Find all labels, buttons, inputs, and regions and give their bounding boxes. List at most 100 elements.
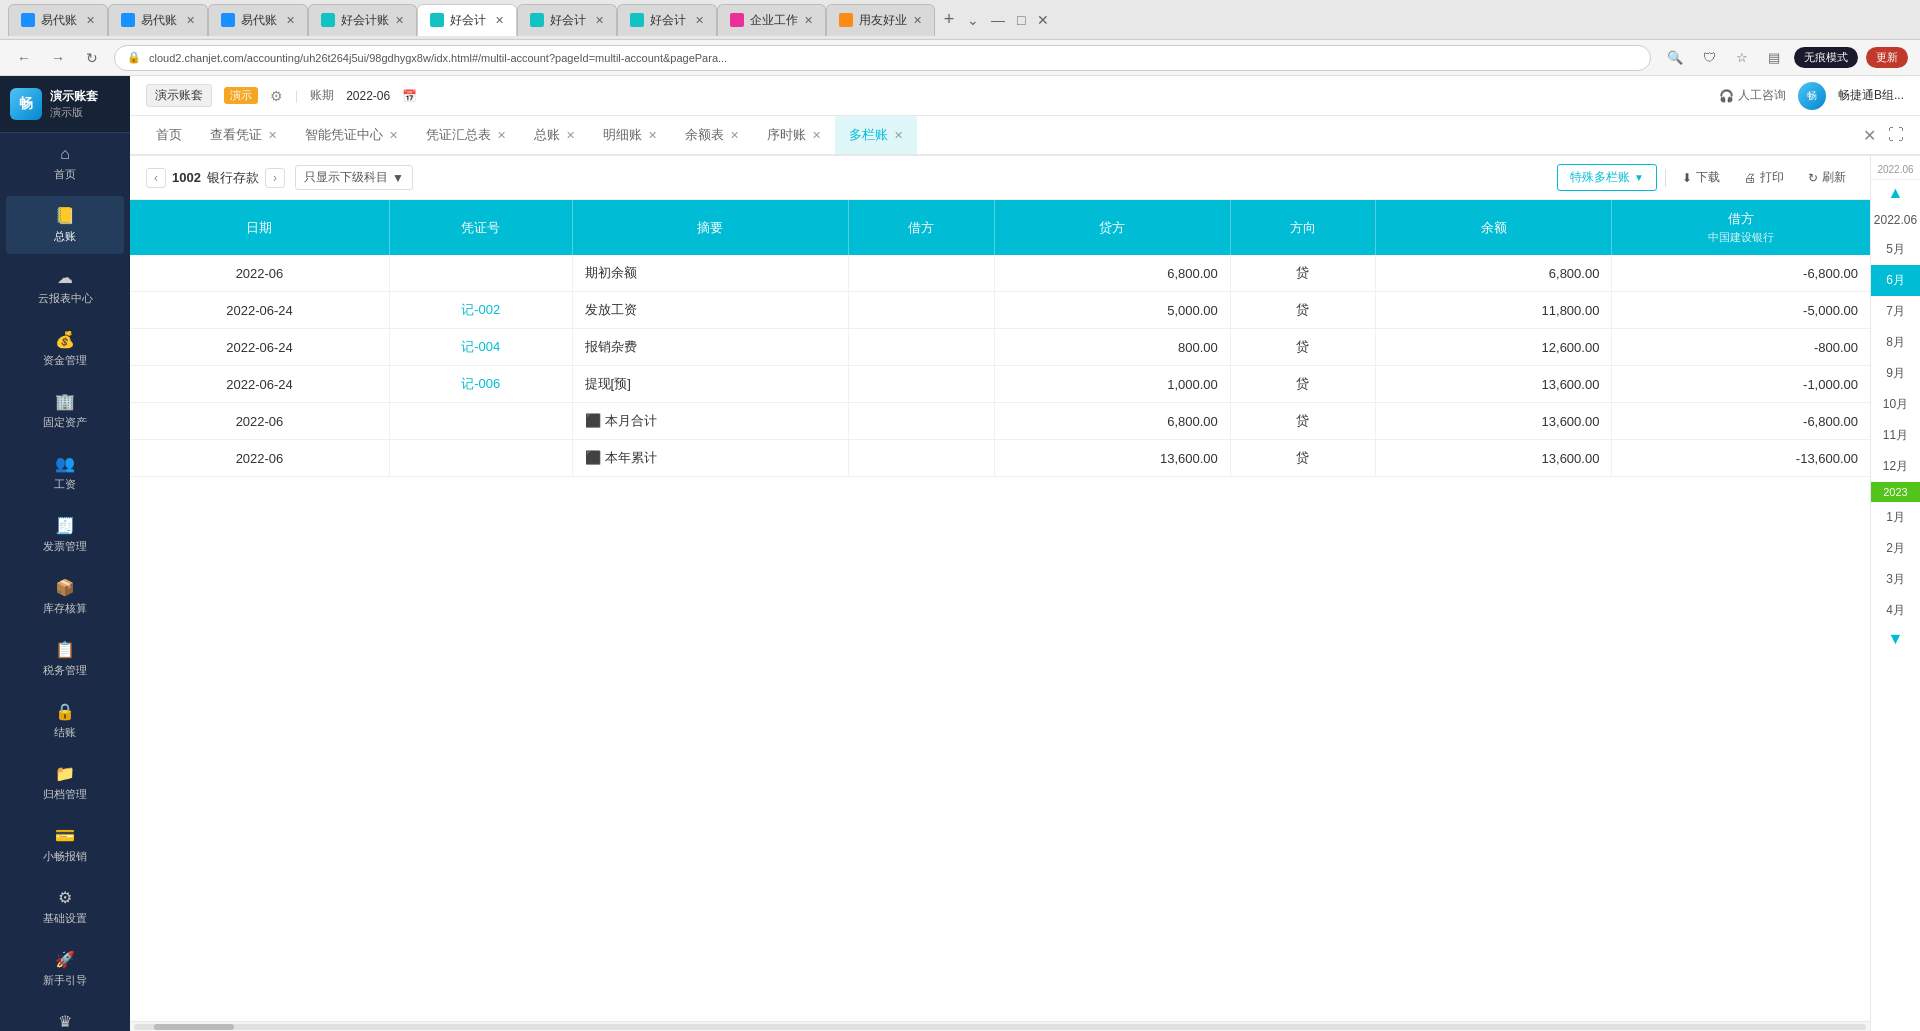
close-panel-button[interactable]: ✕ xyxy=(1859,122,1880,149)
ledger-table-wrapper[interactable]: 日期 凭证号 摘要 借方 xyxy=(130,200,1870,1021)
sidebar-item-salary[interactable]: 👥 工资 xyxy=(6,444,124,502)
month-apr[interactable]: 4月 xyxy=(1871,595,1920,626)
voucher-link[interactable]: 记-004 xyxy=(461,339,500,354)
sidebar-item-cloud-report[interactable]: ☁ 云报表中心 xyxy=(6,258,124,316)
sidebar-item-membership[interactable]: ♛ 畅会员 xyxy=(6,1002,124,1031)
url-bar[interactable]: 🔒 cloud2.chanjet.com/accounting/uh26t264… xyxy=(114,45,1651,71)
tab-general-ledger[interactable]: 总账 ✕ xyxy=(520,116,589,156)
shield-icon[interactable]: 🛡 xyxy=(1697,48,1722,67)
refresh-button[interactable]: ↻ xyxy=(80,46,104,70)
tab-close-5[interactable]: ✕ xyxy=(495,14,504,27)
tab-close-all-btn[interactable]: ✕ xyxy=(1033,10,1053,30)
voucher-cell[interactable]: 记-002 xyxy=(389,292,572,329)
sidebar-item-archive[interactable]: 📁 归档管理 xyxy=(6,754,124,812)
sidebar-item-settings[interactable]: ⚙ 基础设置 xyxy=(6,878,124,936)
tab-close-8[interactable]: ✕ xyxy=(804,14,813,27)
month-june[interactable]: 6月 xyxy=(1871,265,1920,296)
month-october[interactable]: 10月 xyxy=(1871,389,1920,420)
tab-journal-close[interactable]: ✕ xyxy=(812,129,821,142)
month-jan[interactable]: 1月 xyxy=(1871,502,1920,533)
tab-journal[interactable]: 序时账 ✕ xyxy=(753,116,835,156)
forward-button[interactable]: → xyxy=(46,46,70,70)
feature-multi-column-button[interactable]: 特殊多栏账 ▼ xyxy=(1557,164,1657,191)
calendar-icon[interactable]: 📅 xyxy=(402,89,417,103)
browser-tab-1[interactable]: 易代账 ✕ xyxy=(8,4,108,36)
tab-home[interactable]: 首页 xyxy=(142,116,196,156)
browser-tab-9[interactable]: 用友好业 ✕ xyxy=(826,4,935,36)
account-next-button[interactable]: › xyxy=(265,168,285,188)
tab-detail-ledger[interactable]: 明细账 ✕ xyxy=(589,116,671,156)
sidebar-item-expense[interactable]: 💳 小畅报销 xyxy=(6,816,124,874)
tab-close-4[interactable]: ✕ xyxy=(395,14,404,27)
consultation-button[interactable]: 🎧 人工咨询 xyxy=(1719,87,1786,104)
tab-voucher-summary-close[interactable]: ✕ xyxy=(497,129,506,142)
expand-panel-button[interactable]: ⛶ xyxy=(1884,122,1908,148)
tab-min-btn[interactable]: — xyxy=(987,10,1009,30)
month-september[interactable]: 9月 xyxy=(1871,358,1920,389)
tab-voucher-summary[interactable]: 凭证汇总表 ✕ xyxy=(412,116,520,156)
back-button[interactable]: ← xyxy=(12,46,36,70)
tab-smart-voucher-close[interactable]: ✕ xyxy=(389,129,398,142)
voucher-link[interactable]: 记-006 xyxy=(461,376,500,391)
tab-balance-table-close[interactable]: ✕ xyxy=(730,129,739,142)
update-button[interactable]: 更新 xyxy=(1866,47,1908,68)
sidebar-item-tax[interactable]: 📋 税务管理 xyxy=(6,630,124,688)
sidebar-toggle-icon[interactable]: ▤ xyxy=(1762,48,1786,67)
sidebar-item-inventory[interactable]: 📦 库存核算 xyxy=(6,568,124,626)
browser-tab-5[interactable]: 好会计 ✕ xyxy=(417,4,517,36)
tab-detail-ledger-close[interactable]: ✕ xyxy=(648,129,657,142)
sidebar-item-guide[interactable]: 🚀 新手引导 xyxy=(6,940,124,998)
month-november[interactable]: 11月 xyxy=(1871,420,1920,451)
month-december[interactable]: 12月 xyxy=(1871,451,1920,482)
tab-close-1[interactable]: ✕ xyxy=(86,14,95,27)
tab-view-voucher-close[interactable]: ✕ xyxy=(268,129,277,142)
tab-general-ledger-close[interactable]: ✕ xyxy=(566,129,575,142)
voucher-cell[interactable]: 记-006 xyxy=(389,366,572,403)
month-feb[interactable]: 2月 xyxy=(1871,533,1920,564)
month-august[interactable]: 8月 xyxy=(1871,327,1920,358)
browser-tab-6[interactable]: 好会计 ✕ xyxy=(517,4,617,36)
sidebar-item-fund[interactable]: 💰 资金管理 xyxy=(6,320,124,378)
month-july[interactable]: 7月 xyxy=(1871,296,1920,327)
tab-smart-voucher[interactable]: 智能凭证中心 ✕ xyxy=(291,116,412,156)
sub-filter-dropdown[interactable]: 只显示下级科目 ▼ xyxy=(295,165,413,190)
browser-tab-7[interactable]: 好会计 ✕ xyxy=(617,4,717,36)
sidebar-item-fixed-asset[interactable]: 🏢 固定资产 xyxy=(6,382,124,440)
tab-multi-column-close[interactable]: ✕ xyxy=(894,129,903,142)
refresh-button[interactable]: ↻ 刷新 xyxy=(1800,165,1854,190)
browser-tab-2[interactable]: 易代账 ✕ xyxy=(108,4,208,36)
browser-tab-8[interactable]: 企业工作 ✕ xyxy=(717,4,826,36)
sidebar-item-close-period[interactable]: 🔒 结账 xyxy=(6,692,124,750)
tab-close-7[interactable]: ✕ xyxy=(695,14,704,27)
tab-close-3[interactable]: ✕ xyxy=(286,14,295,27)
download-button[interactable]: ⬇ 下载 xyxy=(1674,165,1728,190)
account-prev-button[interactable]: ‹ xyxy=(146,168,166,188)
bottom-scrollbar[interactable] xyxy=(130,1021,1870,1031)
tab-prev-btn[interactable]: ⌄ xyxy=(963,10,983,30)
print-button[interactable]: 🖨 打印 xyxy=(1736,165,1792,190)
calendar-down-arrow[interactable]: ▼ xyxy=(1871,626,1920,652)
calendar-up-arrow[interactable]: ▲ xyxy=(1871,180,1920,206)
month-may[interactable]: 5月 xyxy=(1871,234,1920,265)
tab-close-2[interactable]: ✕ xyxy=(186,14,195,27)
col-header-voucher: 凭证号 xyxy=(389,200,572,255)
sidebar-item-ledger[interactable]: 📒 总账 xyxy=(6,196,124,254)
voucher-cell[interactable]: 记-004 xyxy=(389,329,572,366)
tab-view-voucher[interactable]: 查看凭证 ✕ xyxy=(196,116,291,156)
browser-tab-3[interactable]: 易代账 ✕ xyxy=(208,4,308,36)
voucher-link[interactable]: 记-002 xyxy=(461,302,500,317)
tab-balance-table[interactable]: 余额表 ✕ xyxy=(671,116,753,156)
tab-max-btn[interactable]: □ xyxy=(1013,10,1029,30)
sidebar-item-invoice[interactable]: 🧾 发票管理 xyxy=(6,506,124,564)
tab-close-6[interactable]: ✕ xyxy=(595,14,604,27)
no-trace-button[interactable]: 无痕模式 xyxy=(1794,47,1858,68)
search-icon[interactable]: 🔍 xyxy=(1661,48,1689,67)
star-icon[interactable]: ☆ xyxy=(1730,48,1754,67)
sidebar-item-home[interactable]: ⌂ 首页 xyxy=(6,135,124,192)
tab-close-9[interactable]: ✕ xyxy=(913,14,922,27)
tab-add-button[interactable]: + xyxy=(935,6,963,34)
browser-tab-4[interactable]: 好会计账 ✕ xyxy=(308,4,417,36)
month-mar[interactable]: 3月 xyxy=(1871,564,1920,595)
settings-icon[interactable]: ⚙ xyxy=(270,88,283,104)
tab-multi-column[interactable]: 多栏账 ✕ xyxy=(835,116,917,156)
